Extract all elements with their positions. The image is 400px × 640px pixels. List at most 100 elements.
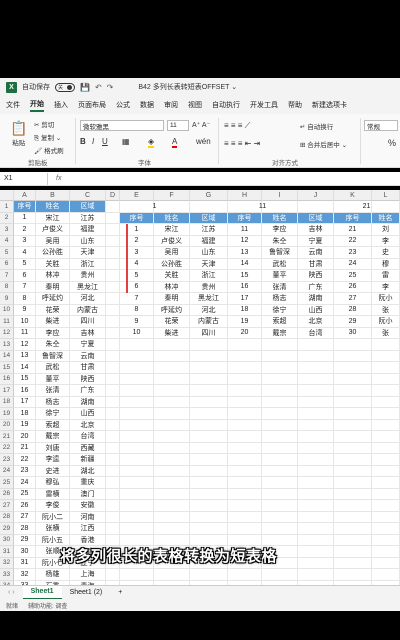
cell[interactable] [372, 419, 400, 431]
row-header[interactable]: 27 [0, 500, 14, 512]
left-table-cell[interactable]: 山西 [70, 408, 106, 420]
row-header[interactable]: 31 [0, 546, 14, 558]
cell[interactable] [190, 201, 228, 213]
left-table-cell[interactable]: 湖北 [70, 465, 106, 477]
left-table-cell[interactable]: 陕西 [70, 373, 106, 385]
cell[interactable] [298, 339, 334, 351]
left-table-cell[interactable]: 福建 [70, 224, 106, 236]
left-table-cell[interactable]: 张清 [36, 385, 70, 397]
left-table-cell[interactable]: 26 [14, 500, 36, 512]
right-table-cell[interactable]: 呼延灼 [154, 304, 190, 316]
left-table-cell[interactable]: 李逵 [36, 454, 70, 466]
right-table-cell[interactable]: 董平 [262, 270, 298, 282]
font-name-select[interactable]: 微软雅黑 [80, 120, 164, 131]
offset-start-value[interactable]: 11 [228, 201, 298, 213]
right-table-cell[interactable]: 山西 [298, 304, 334, 316]
left-table-cell[interactable]: 4 [14, 247, 36, 259]
cell[interactable] [190, 385, 228, 397]
cell[interactable] [154, 477, 190, 489]
column-header[interactable]: L [372, 190, 400, 201]
cell[interactable] [190, 408, 228, 420]
left-table-cell[interactable]: 27 [14, 511, 36, 523]
right-table-header[interactable]: 序号 [228, 212, 262, 224]
column-header[interactable]: G [190, 190, 228, 201]
right-table-header[interactable]: 区域 [190, 212, 228, 224]
row-header[interactable]: 26 [0, 488, 14, 500]
cell[interactable] [228, 500, 262, 512]
underline-button[interactable]: U [102, 137, 108, 146]
right-table-cell[interactable]: 秦明 [154, 293, 190, 305]
right-table-cell[interactable]: 公孙胜 [154, 258, 190, 270]
function-icon[interactable]: fx [48, 175, 61, 182]
right-table-header[interactable]: 区域 [298, 212, 334, 224]
sheet-nav-icons[interactable]: ‹ › [0, 589, 23, 596]
borders-icon[interactable]: ▦ [122, 137, 130, 146]
left-table-cell[interactable]: 柴进 [36, 316, 70, 328]
right-table-cell[interactable]: 12 [228, 235, 262, 247]
cell[interactable] [106, 304, 120, 316]
cell[interactable] [106, 477, 120, 489]
cell[interactable] [334, 362, 372, 374]
cell[interactable] [120, 442, 154, 454]
cell[interactable] [372, 396, 400, 408]
cell[interactable] [334, 442, 372, 454]
cell[interactable] [106, 431, 120, 443]
cell[interactable] [120, 362, 154, 374]
redo-icon[interactable]: ↷ [107, 83, 114, 92]
left-table-cell[interactable]: 刘唐 [36, 442, 70, 454]
cell[interactable] [190, 442, 228, 454]
cell[interactable] [190, 419, 228, 431]
cell[interactable] [298, 419, 334, 431]
cell[interactable] [106, 408, 120, 420]
cell[interactable] [262, 373, 298, 385]
row-header[interactable]: 18 [0, 396, 14, 408]
cell[interactable] [120, 373, 154, 385]
cell[interactable] [334, 569, 372, 581]
offset-start-value[interactable]: 1 [120, 201, 190, 213]
row-header[interactable]: 6 [0, 258, 14, 270]
right-table-cell[interactable]: 戴宗 [262, 327, 298, 339]
left-table-cell[interactable]: 呼延灼 [36, 293, 70, 305]
cell[interactable] [298, 569, 334, 581]
left-table-header[interactable]: 序号 [14, 201, 36, 213]
row-header[interactable]: 19 [0, 408, 14, 420]
right-table-cell[interactable]: 30 [334, 327, 372, 339]
right-table-cell[interactable]: 10 [120, 327, 154, 339]
right-table-cell[interactable]: 河北 [190, 304, 228, 316]
right-table-cell[interactable]: 甘肃 [298, 258, 334, 270]
cell[interactable] [106, 293, 120, 305]
right-table-cell[interactable]: 25 [334, 270, 372, 282]
cell[interactable] [190, 465, 228, 477]
cell[interactable] [372, 385, 400, 397]
cell[interactable] [372, 442, 400, 454]
row-header[interactable]: 7 [0, 270, 14, 282]
left-table-cell[interactable]: 河北 [70, 293, 106, 305]
cell[interactable] [106, 350, 120, 362]
cell[interactable] [106, 281, 120, 293]
right-table-cell[interactable]: 杨志 [262, 293, 298, 305]
left-table-cell[interactable]: 重庆 [70, 477, 106, 489]
cell[interactable] [228, 396, 262, 408]
cell[interactable] [106, 511, 120, 523]
left-table-cell[interactable]: 17 [14, 396, 36, 408]
cell[interactable] [262, 569, 298, 581]
cell[interactable] [120, 419, 154, 431]
left-table-cell[interactable]: 14 [14, 362, 36, 374]
autosave-toggle[interactable]: 关 [55, 82, 75, 92]
cell[interactable] [106, 523, 120, 535]
left-table-cell[interactable]: 3 [14, 235, 36, 247]
right-table-cell[interactable]: 贵州 [190, 281, 228, 293]
worksheet-grid[interactable]: A B C D E F G H I J K L 1 2 3 4 5 6 7 8 9 10 11 12 13 14 15 16 17 18 1… [0, 190, 400, 585]
left-table-cell[interactable]: 史进 [36, 465, 70, 477]
font-grow-icons[interactable]: A⁺ A⁻ [192, 121, 210, 129]
right-table-cell[interactable]: 16 [228, 281, 262, 293]
left-table-cell[interactable]: 徐宁 [36, 408, 70, 420]
left-table-cell[interactable]: 9 [14, 304, 36, 316]
cell[interactable] [334, 431, 372, 443]
cell[interactable] [120, 465, 154, 477]
left-table-cell[interactable]: 索超 [36, 419, 70, 431]
format-painter-button[interactable]: 🖌 格式刷 [34, 145, 64, 155]
cell[interactable] [154, 350, 190, 362]
cell[interactable] [106, 465, 120, 477]
cell[interactable] [106, 500, 120, 512]
